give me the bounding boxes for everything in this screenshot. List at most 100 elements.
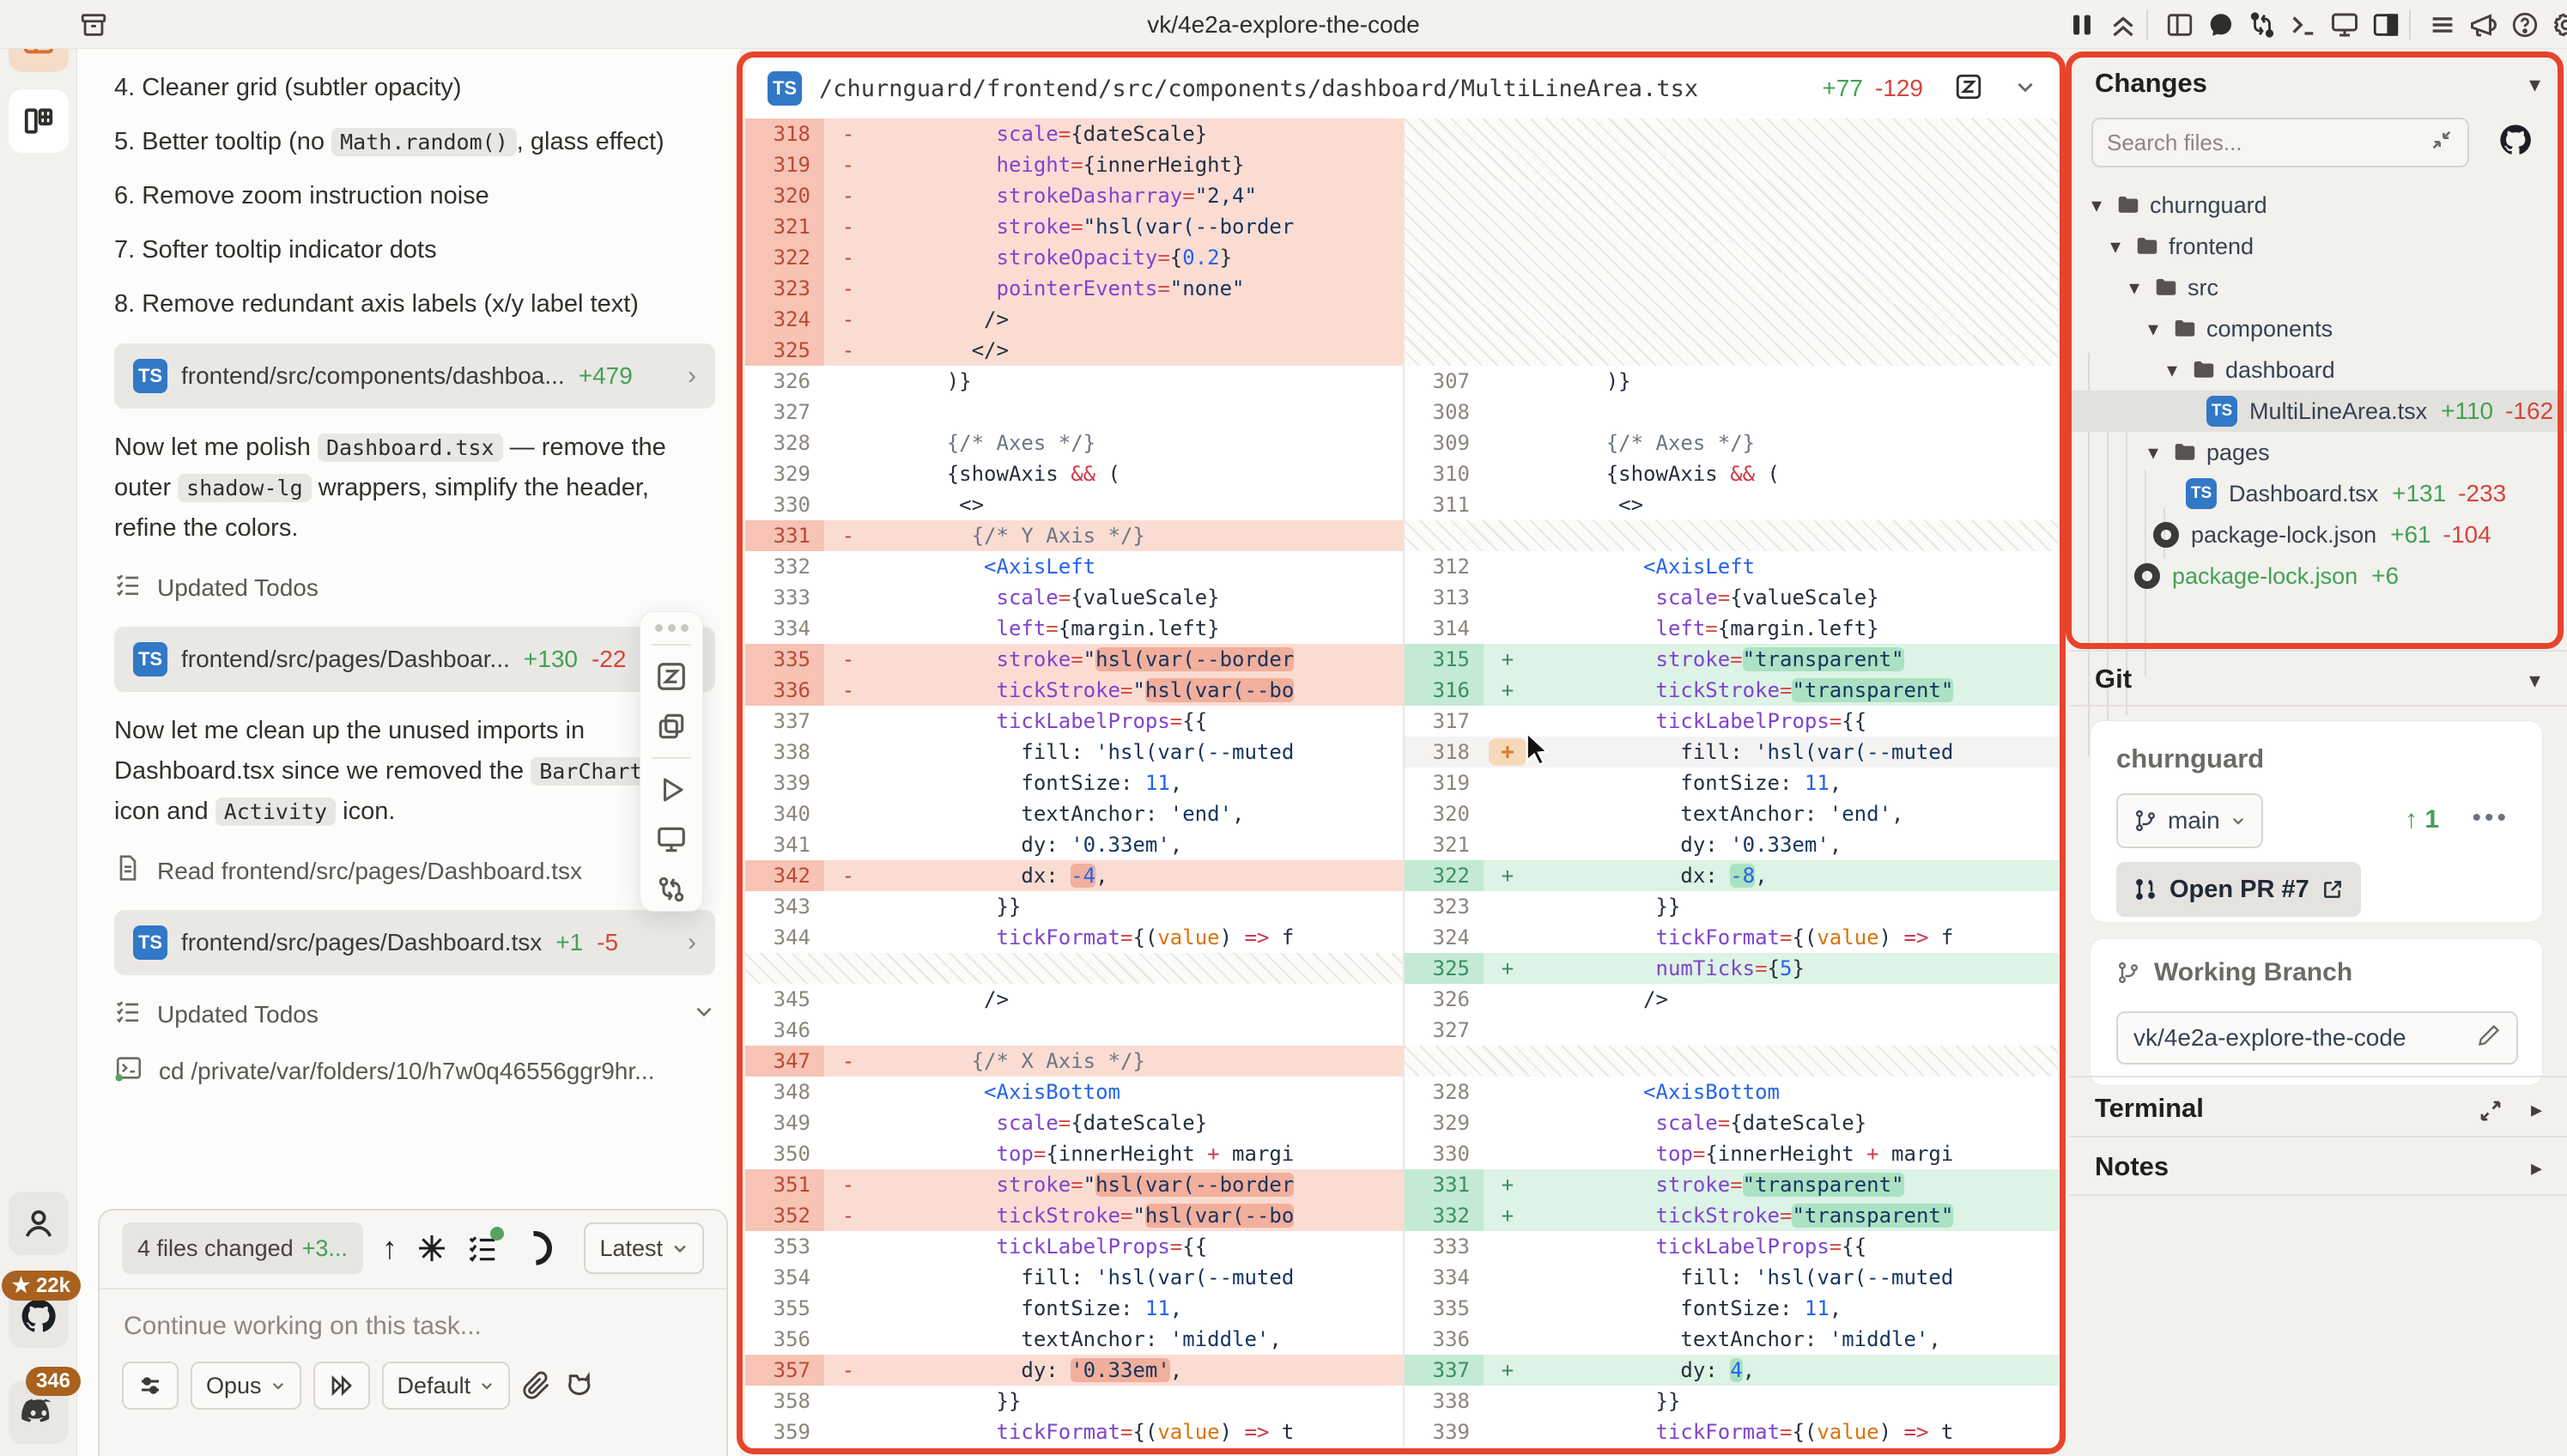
chevron-down-icon[interactable]: ▾ bbox=[2529, 71, 2540, 98]
caret-down-icon[interactable]: ▾ bbox=[2110, 234, 2131, 259]
open-pr-button[interactable]: Open PR #7 bbox=[2116, 862, 2361, 917]
file-chip[interactable]: TSfrontend/src/pages/Dashboar...+130-22 bbox=[114, 627, 715, 692]
read-file-row[interactable]: Read frontend/src/pages/Dashboard.tsx bbox=[114, 854, 715, 888]
todo-list-icon[interactable] bbox=[466, 1232, 499, 1265]
line-number: 312 bbox=[1405, 551, 1484, 582]
terminal-command-row[interactable]: cd /private/var/folders/10/h7w0q46556ggr… bbox=[114, 1053, 715, 1089]
branch-dropdown[interactable]: main bbox=[2116, 793, 2263, 848]
diff-new-side bbox=[1403, 211, 2059, 242]
search-files-input[interactable]: Search files... bbox=[2091, 118, 2469, 167]
model-dropdown[interactable]: Opus bbox=[191, 1362, 301, 1410]
diff-new-side: 317 tickLabelProps={{ bbox=[1403, 706, 2059, 737]
todo-row[interactable]: Updated Todos bbox=[114, 571, 715, 604]
chevron-down-icon[interactable] bbox=[2014, 76, 2036, 102]
gear-icon[interactable] bbox=[2548, 7, 2567, 43]
github-icon[interactable]: ★ 22k bbox=[9, 1284, 69, 1348]
person-icon[interactable] bbox=[9, 1192, 69, 1255]
code-token: = bbox=[1755, 956, 1767, 980]
message-input[interactable]: Continue working on this task... bbox=[100, 1289, 726, 1341]
pencil-icon[interactable] bbox=[2477, 1023, 2501, 1053]
floating-toolbar bbox=[640, 611, 703, 912]
kanban-icon[interactable] bbox=[9, 89, 69, 153]
caret-down-icon[interactable]: ▾ bbox=[2167, 358, 2188, 383]
z-logo-icon[interactable] bbox=[655, 658, 688, 695]
github-cat-icon[interactable] bbox=[2498, 123, 2533, 161]
z-logo-icon[interactable] bbox=[1954, 72, 1983, 106]
split-panel-icon[interactable] bbox=[2162, 7, 2198, 43]
arrow-up-icon[interactable]: ↑ bbox=[382, 1230, 397, 1266]
triangle-right-icon[interactable]: ▸ bbox=[2531, 1096, 2542, 1123]
terminal-icon[interactable] bbox=[2285, 7, 2321, 43]
version-dropdown[interactable]: Latest bbox=[584, 1222, 704, 1274]
line-number: 338 bbox=[1405, 1386, 1484, 1417]
paperclip-icon[interactable] bbox=[522, 1371, 551, 1400]
spark-icon[interactable] bbox=[416, 1233, 447, 1264]
git-section-title[interactable]: Git bbox=[2095, 664, 2132, 695]
diff-old-side: 337 tickLabelProps={{ bbox=[745, 706, 1403, 737]
help-icon[interactable] bbox=[2507, 7, 2543, 43]
tree-folder-row[interactable]: ▾src bbox=[2069, 267, 2567, 308]
mode-dropdown[interactable]: Default bbox=[382, 1362, 511, 1410]
tree-folder-row[interactable]: ▾components bbox=[2069, 308, 2567, 349]
diff-new-side bbox=[1403, 118, 2059, 149]
pause-icon[interactable] bbox=[2064, 7, 2100, 43]
caret-down-icon[interactable]: ▾ bbox=[2148, 317, 2169, 342]
code-line: fontSize: 11, bbox=[872, 767, 1403, 798]
more-menu-icon[interactable]: ••• bbox=[2472, 804, 2509, 833]
drag-handle-dots[interactable] bbox=[655, 624, 689, 632]
tree-file-row[interactable]: package-lock.json+6 bbox=[2069, 555, 2567, 597]
git-compare-icon[interactable] bbox=[2244, 7, 2280, 43]
diff-marker bbox=[824, 1015, 872, 1046]
caret-down-icon[interactable]: ▾ bbox=[2148, 440, 2169, 465]
tree-folder-row[interactable]: ▾frontend bbox=[2069, 226, 2567, 267]
sidebar-right-icon[interactable] bbox=[2368, 7, 2404, 43]
code-token: "transparent" bbox=[1792, 1204, 1953, 1228]
monitor-icon[interactable] bbox=[2327, 7, 2363, 43]
file-chip[interactable]: TSfrontend/src/components/dashboa...+479… bbox=[114, 343, 715, 409]
working-branch-input[interactable]: vk/4e2a-explore-the-code bbox=[2116, 1011, 2518, 1065]
chevron-down-icon[interactable] bbox=[693, 1000, 715, 1028]
caret-down-icon[interactable]: ▾ bbox=[2129, 276, 2150, 300]
file-chip[interactable]: TSfrontend/src/pages/Dashboard.tsx+1-5› bbox=[114, 910, 715, 975]
chevrons-up-icon[interactable] bbox=[2105, 7, 2141, 43]
menu-icon[interactable] bbox=[2424, 7, 2461, 43]
diff-marker bbox=[1484, 984, 1532, 1015]
changes-section-title[interactable]: Changes bbox=[2095, 68, 2207, 99]
expand-icon[interactable] bbox=[2478, 1098, 2503, 1128]
code-token: tickLabelProps bbox=[1656, 709, 1830, 733]
terminal-section-title[interactable]: Terminal bbox=[2095, 1093, 2204, 1124]
tree-file-row[interactable]: package-lock.json+61-104 bbox=[2069, 514, 2567, 555]
diff-row: 342- dx: -4,322+ dx: -8, bbox=[745, 860, 2059, 891]
tree-folder-row[interactable]: ▾churnguard bbox=[2069, 185, 2567, 226]
tree-file-row[interactable]: TSMultiLineArea.tsx+110-162 bbox=[2069, 391, 2567, 432]
megaphone-icon[interactable] bbox=[2466, 7, 2502, 43]
git-compare-icon[interactable] bbox=[656, 871, 687, 908]
tree-folder-row[interactable]: ▾pages bbox=[2069, 432, 2567, 473]
cat-icon[interactable] bbox=[563, 1370, 594, 1401]
copy-icon[interactable] bbox=[655, 707, 688, 745]
triangle-right-icon[interactable]: ▸ bbox=[2531, 1155, 2542, 1181]
settings-sliders-button[interactable] bbox=[122, 1362, 179, 1410]
chat-bubble-icon[interactable] bbox=[2203, 7, 2239, 43]
discord-icon[interactable]: 346 bbox=[9, 1380, 69, 1444]
diff-new-side: 331+ stroke="transparent" bbox=[1403, 1169, 2059, 1200]
caret-down-icon[interactable]: ▾ bbox=[2091, 193, 2112, 218]
tree-file-row[interactable]: TSDashboard.tsx+131-233 bbox=[2069, 473, 2567, 514]
add-comment-button[interactable]: + bbox=[1489, 738, 1526, 766]
file-name: package-lock.json bbox=[2191, 522, 2376, 549]
code-token bbox=[872, 1111, 997, 1135]
todo-row[interactable]: Updated Todos bbox=[114, 998, 715, 1031]
code-line: top={innerHeight + margi bbox=[872, 1138, 1403, 1169]
tree-folder-row[interactable]: ▾dashboard bbox=[2069, 349, 2567, 391]
code-token: => bbox=[1245, 925, 1270, 949]
fast-forward-button[interactable] bbox=[313, 1362, 370, 1410]
monitor-icon[interactable] bbox=[655, 821, 688, 858]
archive-icon[interactable] bbox=[76, 7, 112, 43]
diff-row: 341 dy: '0.33em',321 dy: '0.33em', bbox=[745, 829, 2059, 860]
play-icon[interactable] bbox=[656, 771, 687, 809]
code-token: {{ bbox=[1842, 1235, 1866, 1259]
files-changed-chip[interactable]: 4 files changed +3... bbox=[122, 1222, 363, 1274]
chevron-down-icon[interactable]: ▾ bbox=[2529, 667, 2540, 694]
notes-section-title[interactable]: Notes bbox=[2095, 1151, 2169, 1182]
collapse-tree-icon[interactable] bbox=[2430, 128, 2454, 158]
